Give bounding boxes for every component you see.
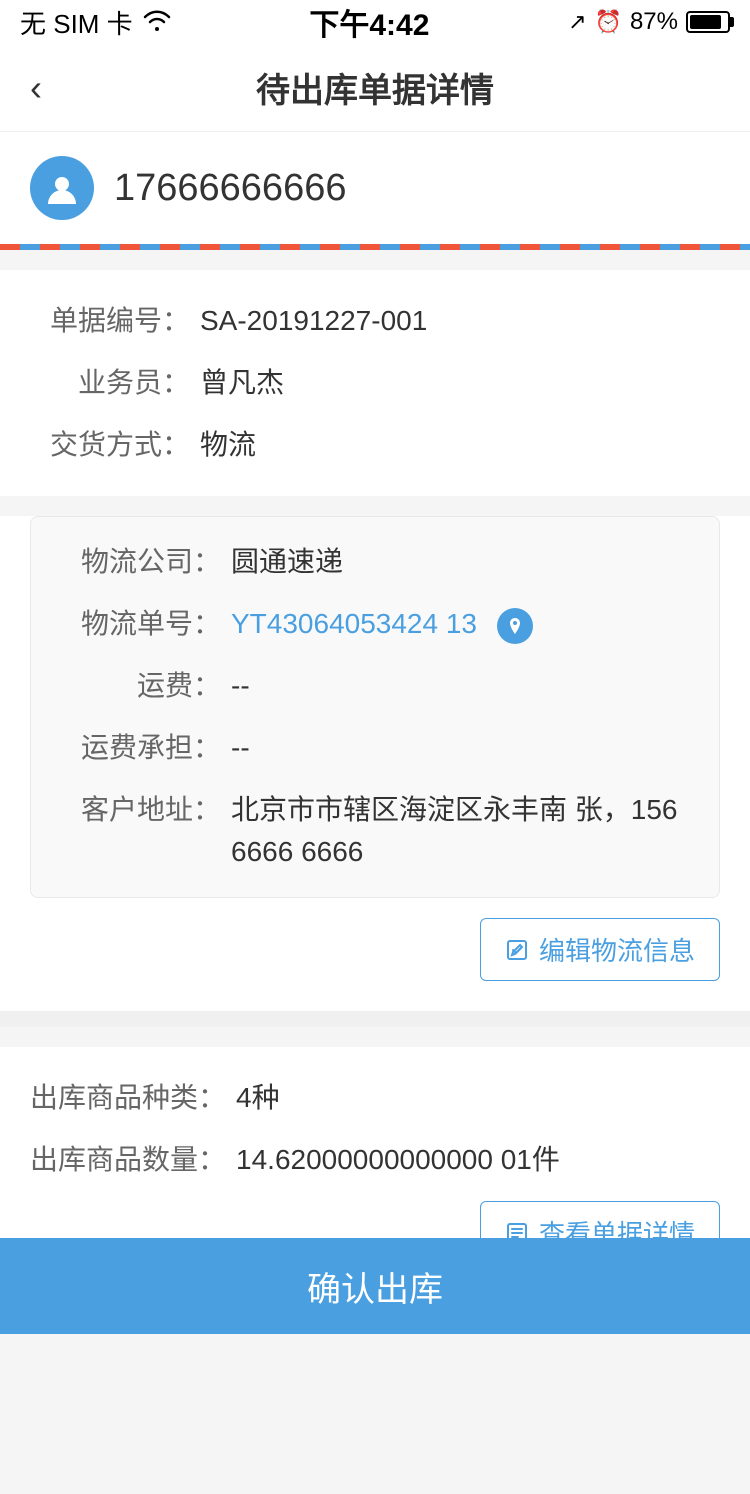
salesman-row: 业务员： 曾凡杰 <box>30 362 720 404</box>
back-button[interactable]: ‹ <box>30 67 42 109</box>
edit-btn-row: 编辑物流信息 <box>30 918 720 981</box>
address-label: 客户地址： <box>61 789 221 831</box>
customer-header: 17666666666 <box>0 132 750 244</box>
confirm-outbound-button[interactable]: 确认出库 <box>0 1238 750 1334</box>
quantity-row: 出库商品数量： 14.62000000000000 01件 <box>30 1139 720 1181</box>
battery-percent: 87% <box>630 8 678 36</box>
delivery-label: 交货方式： <box>30 424 190 466</box>
confirm-btn-label: 确认出库 <box>307 1262 443 1311</box>
status-bar: 无 SIM 卡 下午4:42 ↗ ⏰ 87% <box>0 0 750 44</box>
location-status-icon: ↗ <box>568 9 586 35</box>
freight-value: -- <box>231 665 689 707</box>
logistics-card: 物流公司： 圆通速递 物流单号： YT43064053424 13 运费： --… <box>30 516 720 898</box>
edit-logistics-button[interactable]: 编辑物流信息 <box>480 918 720 981</box>
document-no-row: 单据编号： SA-20191227-001 <box>30 300 720 342</box>
gray-divider <box>0 1011 750 1027</box>
freight-row: 运费： -- <box>61 665 689 707</box>
tracking-label: 物流单号： <box>61 603 221 645</box>
company-value: 圆通速递 <box>231 541 689 583</box>
freight-bear-value: -- <box>231 727 689 769</box>
freight-label: 运费： <box>61 665 221 707</box>
status-left: 无 SIM 卡 <box>20 4 171 41</box>
quantity-value: 14.62000000000000 01件 <box>236 1139 720 1181</box>
company-row: 物流公司： 圆通速递 <box>61 541 689 583</box>
wifi-icon <box>143 7 171 38</box>
battery-icon <box>686 11 730 33</box>
page-title: 待出库单据详情 <box>256 63 494 112</box>
types-label: 出库商品种类： <box>30 1077 226 1119</box>
logistics-section: 物流公司： 圆通速递 物流单号： YT43064053424 13 运费： --… <box>0 516 750 1011</box>
alarm-icon: ⏰ <box>595 9 622 35</box>
map-location-button[interactable] <box>497 608 533 644</box>
types-row: 出库商品种类： 4种 <box>30 1077 720 1119</box>
freight-bear-row: 运费承担： -- <box>61 727 689 769</box>
company-label: 物流公司： <box>61 541 221 583</box>
address-value: 北京市市辖区海淀区永丰南 张，156 6666 6666 <box>231 789 689 873</box>
freight-bear-label: 运费承担： <box>61 727 221 769</box>
carrier-label: 无 SIM 卡 <box>20 4 133 41</box>
salesman-value: 曾凡杰 <box>200 362 720 404</box>
document-no-value: SA-20191227-001 <box>200 300 720 342</box>
quantity-label: 出库商品数量： <box>30 1139 226 1181</box>
status-right: ↗ ⏰ 87% <box>568 8 730 36</box>
edit-logistics-label: 编辑物流信息 <box>539 931 695 968</box>
status-time: 下午4:42 <box>309 0 429 44</box>
document-no-label: 单据编号： <box>30 300 190 342</box>
basic-info-section: 单据编号： SA-20191227-001 业务员： 曾凡杰 交货方式： 物流 <box>0 270 750 496</box>
types-value: 4种 <box>236 1077 720 1119</box>
avatar <box>30 156 94 220</box>
customer-phone: 17666666666 <box>114 167 346 210</box>
delivery-value: 物流 <box>200 424 720 466</box>
salesman-label: 业务员： <box>30 362 190 404</box>
tracking-row: 物流单号： YT43064053424 13 <box>61 603 689 645</box>
nav-bar: ‹ 待出库单据详情 <box>0 44 750 132</box>
delivery-row: 交货方式： 物流 <box>30 424 720 466</box>
address-row: 客户地址： 北京市市辖区海淀区永丰南 张，156 6666 6666 <box>61 789 689 873</box>
dashed-separator <box>0 244 750 250</box>
tracking-value: YT43064053424 13 <box>231 603 689 645</box>
